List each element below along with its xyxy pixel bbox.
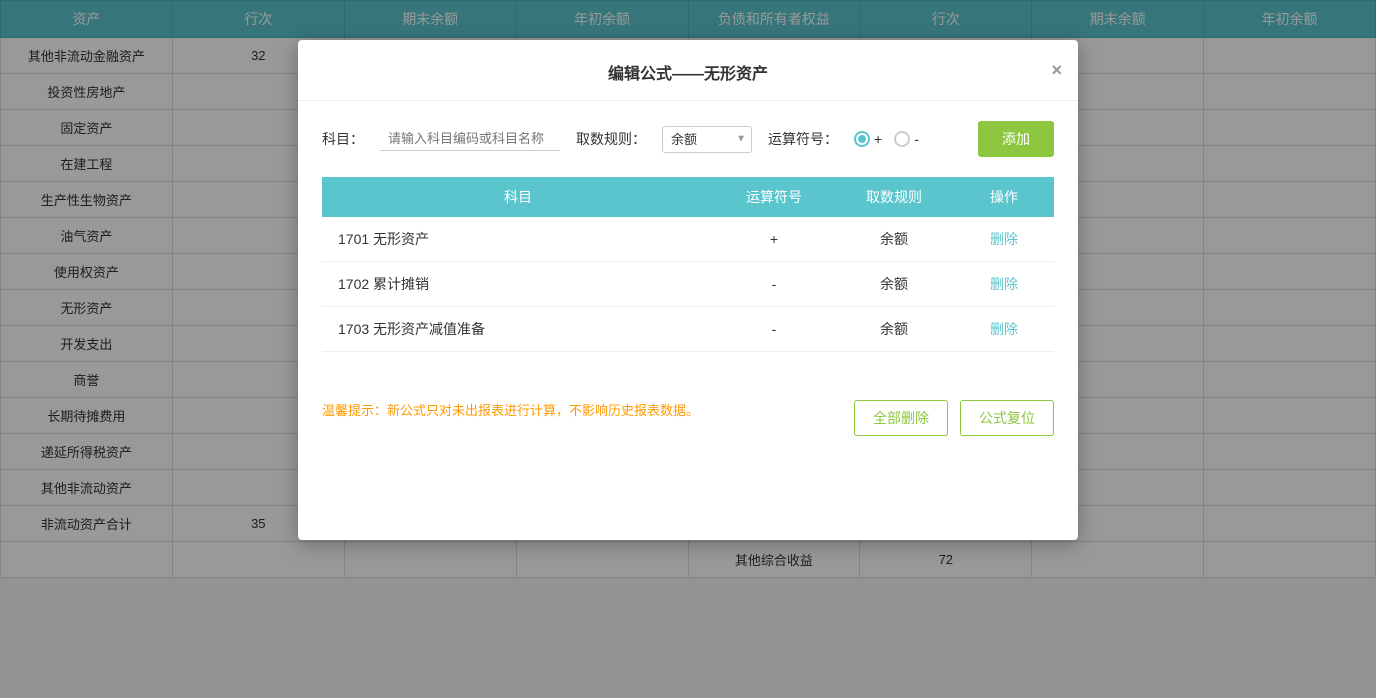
tip-text: 温馨提示：新公式只对未出报表进行计算，不影响历史报表数据。 xyxy=(322,400,699,419)
delete-all-button[interactable]: 全部删除 xyxy=(854,400,948,436)
delete-row-button[interactable]: 删除 xyxy=(990,229,1018,249)
table-header-rule: 取数规则 xyxy=(834,177,954,217)
radio-minus-label: - xyxy=(914,131,919,147)
form-row: 科目： 取数规则： 余额 借方 贷方 ▼ 运算符号： xyxy=(322,121,1054,157)
delete-row-button[interactable]: 删除 xyxy=(990,319,1018,339)
modal-overlay: 编辑公式——无形资产 × 科目： 取数规则： 余额 借方 贷方 xyxy=(0,0,1376,698)
modal-header: 编辑公式——无形资产 × xyxy=(298,40,1078,101)
radio-plus-label: + xyxy=(874,131,882,147)
radio-plus[interactable]: + xyxy=(854,131,882,147)
subject-label: 科目： xyxy=(322,129,364,149)
formula-table-row: 1703 无形资产减值准备-余额 删除 xyxy=(322,307,1054,352)
formula-operator: + xyxy=(714,217,834,262)
radio-minus-circle xyxy=(894,131,910,147)
formula-operator: - xyxy=(714,307,834,352)
formula-table-row: 1701 无形资产+余额 删除 xyxy=(322,217,1054,262)
formula-rule: 余额 xyxy=(834,307,954,352)
close-icon[interactable]: × xyxy=(1051,61,1062,79)
table-header-operator: 运算符号 xyxy=(714,177,834,217)
formula-table-row: 1702 累计摊销-余额 删除 xyxy=(322,262,1054,307)
rule-select-wrap: 余额 借方 贷方 ▼ xyxy=(662,126,752,153)
radio-minus[interactable]: - xyxy=(894,131,919,147)
table-header-action: 操作 xyxy=(954,177,1054,217)
formula-rule: 余额 xyxy=(834,262,954,307)
add-button[interactable]: 添加 xyxy=(978,121,1054,157)
reset-button[interactable]: 公式复位 xyxy=(960,400,1054,436)
formula-subject: 1703 无形资产减值准备 xyxy=(322,307,714,352)
operator-label: 运算符号： xyxy=(768,129,838,149)
formula-subject: 1701 无形资产 xyxy=(322,217,714,262)
modal-body: 科目： 取数规则： 余额 借方 贷方 ▼ 运算符号： xyxy=(298,101,1078,388)
rule-select[interactable]: 余额 借方 贷方 xyxy=(662,126,752,153)
subject-input[interactable] xyxy=(380,127,560,151)
formula-rule: 余额 xyxy=(834,217,954,262)
formula-action: 删除 xyxy=(954,307,1054,352)
formula-action: 删除 xyxy=(954,217,1054,262)
radio-plus-circle xyxy=(854,131,870,147)
formula-table: 科目 运算符号 取数规则 操作 1701 无形资产+余额删除1702 累计摊销-… xyxy=(322,177,1054,352)
delete-row-button[interactable]: 删除 xyxy=(990,274,1018,294)
background-wrap: 资产 行次 期末余额 年初余额 负债和所有者权益 行次 期末余额 年初余额 其他… xyxy=(0,0,1376,698)
modal-dialog: 编辑公式——无形资产 × 科目： 取数规则： 余额 借方 贷方 xyxy=(298,40,1078,540)
rule-label: 取数规则： xyxy=(576,129,646,149)
table-header-subject: 科目 xyxy=(322,177,714,217)
formula-subject: 1702 累计摊销 xyxy=(322,262,714,307)
modal-title: 编辑公式——无形资产 xyxy=(608,66,768,83)
formula-action: 删除 xyxy=(954,262,1054,307)
modal-footer: 温馨提示：新公式只对未出报表进行计算，不影响历史报表数据。 全部删除 公式复位 xyxy=(298,388,1078,456)
footer-buttons: 全部删除 公式复位 xyxy=(854,400,1054,436)
formula-operator: - xyxy=(714,262,834,307)
operator-radio-group: + - xyxy=(854,131,919,147)
